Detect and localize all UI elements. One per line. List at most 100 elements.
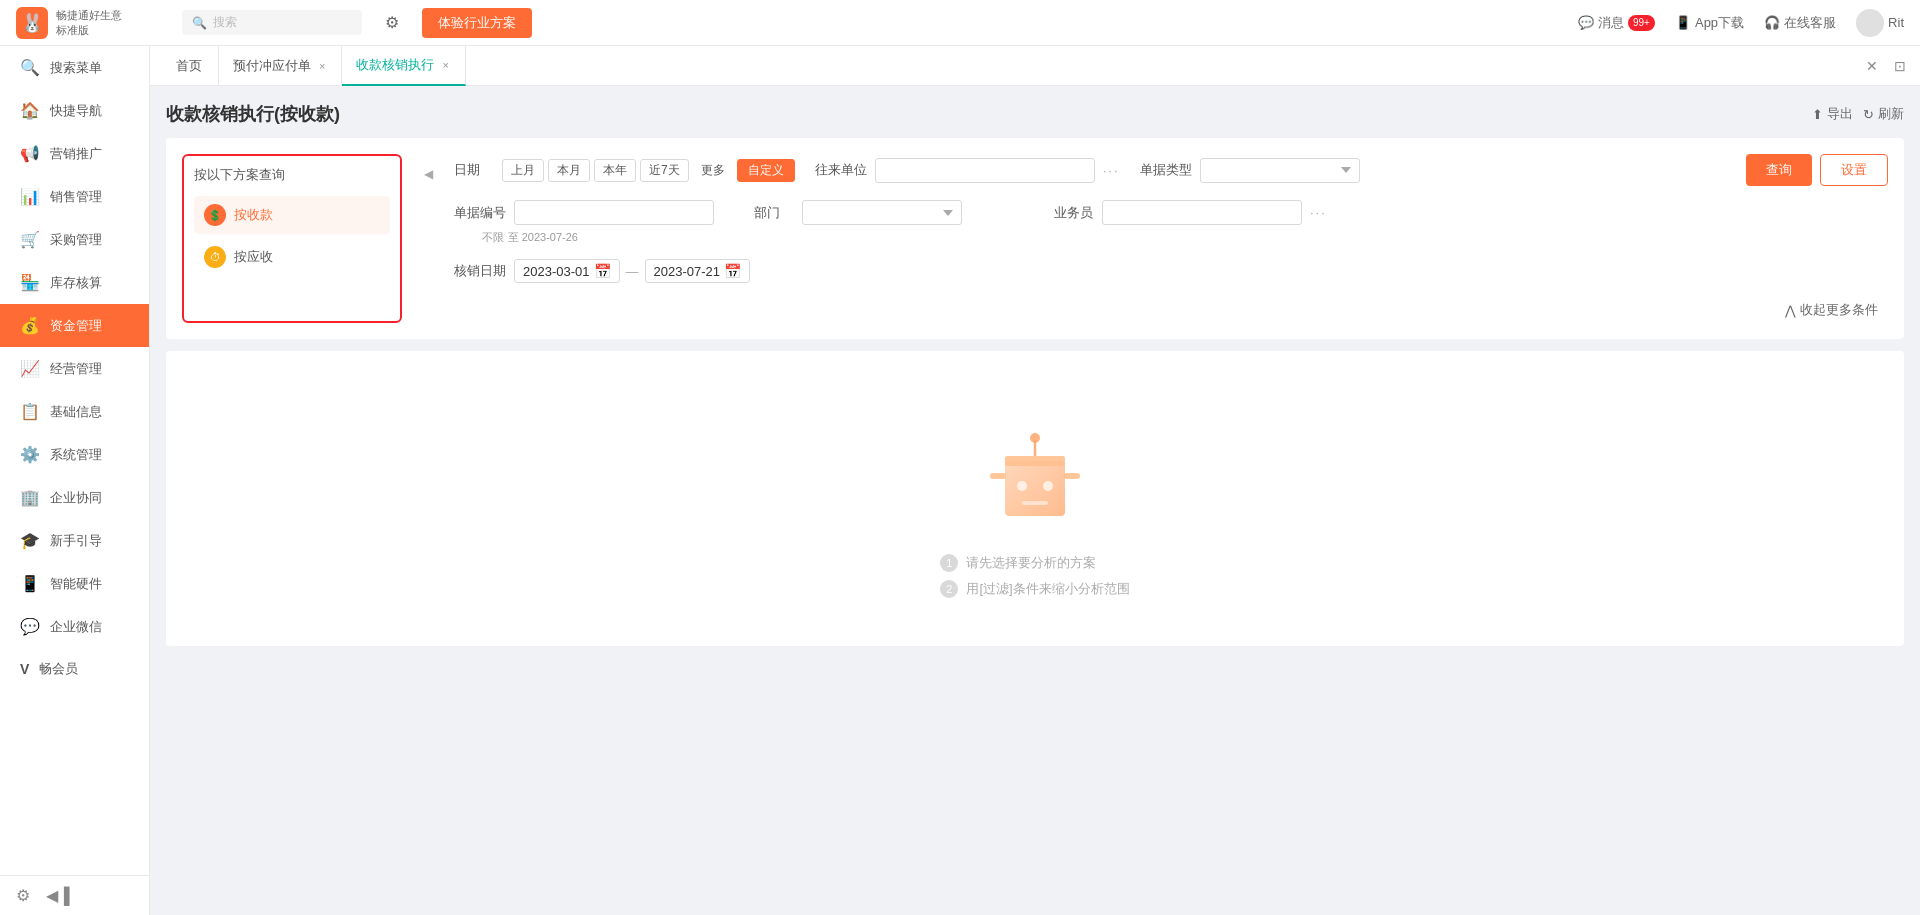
doc-type-select[interactable] (1200, 158, 1360, 183)
filter-verify-date-field: 核销日期 2023-03-01 📅 — 2023-07-21 📅 (454, 259, 750, 283)
sidebar-item-purchase[interactable]: 🛒 采购管理 (0, 218, 149, 261)
salesperson-input[interactable] (1102, 200, 1302, 225)
vip-icon: V (20, 661, 29, 677)
receivable-icon: ⏱ (204, 246, 226, 268)
setting-button[interactable]: 设置 (1820, 154, 1888, 186)
filter-option-by-receivable[interactable]: ⏱ 按应收 (194, 238, 390, 276)
counterparty-label: 往来单位 (815, 161, 867, 179)
filter-panel-title: 按以下方案查询 (194, 166, 390, 184)
headset-icon: 🎧 (1764, 15, 1780, 30)
sidebar-item-marketing[interactable]: 📢 营销推广 (0, 132, 149, 175)
sidebar-item-label: 系统管理 (50, 446, 102, 464)
sidebar-item-label: 采购管理 (50, 231, 102, 249)
empty-state: 1 请先选择要分析的方案 2 用[过滤]条件来缩小分析范围 (166, 351, 1904, 646)
verify-date-start-input[interactable]: 2023-03-01 📅 (514, 259, 620, 283)
tab-verify-label: 收款核销执行 (356, 56, 434, 74)
hardware-icon: 📱 (20, 574, 40, 593)
app-icon: 📱 (1675, 15, 1691, 30)
svg-point-3 (1043, 481, 1053, 491)
collapse-more-row: ⋀ 收起更多条件 (454, 297, 1888, 323)
verify-date-end-input[interactable]: 2023-07-21 📅 (645, 259, 751, 283)
tab-close-icon-2[interactable]: × (440, 57, 450, 73)
verify-date-start-text: 2023-03-01 (523, 264, 590, 279)
tab-prepay[interactable]: 预付冲应付单 × (219, 46, 342, 86)
tab-close-icon[interactable]: × (317, 58, 327, 74)
top-bar: 🐰 畅捷通好生意 标准版 🔍 搜索 ⚙ 体验行业方案 💬 消息 99+ 📱 Ap… (0, 0, 1920, 46)
export-icon: ⬆ (1812, 107, 1823, 122)
counterparty-input[interactable] (875, 158, 1095, 183)
sidebar-item-wechat[interactable]: 💬 企业微信 (0, 605, 149, 648)
maximize-icon[interactable]: ⊡ (1890, 54, 1910, 78)
svg-rect-4 (1022, 501, 1048, 505)
sidebar-item-enterprise[interactable]: 🏢 企业协同 (0, 476, 149, 519)
sidebar-item-label: 库存核算 (50, 274, 102, 292)
counterparty-dots[interactable]: ··· (1103, 163, 1120, 178)
message-badge: 99+ (1628, 15, 1655, 31)
filter-area: 按以下方案查询 💲 按收款 ⏱ 按应收 ◀ (166, 138, 1904, 339)
action-btns: 查询 设置 (1746, 154, 1888, 186)
gear-icon[interactable]: ⚙ (378, 9, 406, 37)
step-num-2: 2 (940, 580, 958, 598)
app-download-label: App下载 (1695, 14, 1744, 32)
doc-number-input[interactable] (514, 200, 714, 225)
basic-info-icon: 📋 (20, 402, 40, 421)
sidebar-item-basic-info[interactable]: 📋 基础信息 (0, 390, 149, 433)
industry-button[interactable]: 体验行业方案 (422, 8, 532, 38)
this-month-btn[interactable]: 本月 (548, 159, 590, 182)
top-bar-right: 💬 消息 99+ 📱 App下载 🎧 在线客服 Rit (1578, 9, 1904, 37)
sales-icon: 📊 (20, 187, 40, 206)
main-layout: 🔍 搜索菜单 🏠 快捷导航 📢 营销推广 📊 销售管理 🛒 采购管理 🏪 库存核… (0, 46, 1920, 915)
last-month-btn[interactable]: 上月 (502, 159, 544, 182)
sidebar-item-guide[interactable]: 🎓 新手引导 (0, 519, 149, 562)
sidebar-item-quick-nav[interactable]: 🏠 快捷导航 (0, 89, 149, 132)
search-menu-icon: 🔍 (20, 58, 40, 77)
refresh-button[interactable]: ↻ 刷新 (1863, 105, 1904, 123)
page-header-actions: ⬆ 导出 ↻ 刷新 (1812, 105, 1904, 123)
close-window-icon[interactable]: ✕ (1862, 54, 1882, 78)
search-box[interactable]: 🔍 搜索 (182, 10, 362, 35)
sidebar-bottom: ⚙ ◀▐ (0, 875, 149, 915)
sidebar-item-sales[interactable]: 📊 销售管理 (0, 175, 149, 218)
tab-verify[interactable]: 收款核销执行 × (342, 46, 465, 86)
date-unlimited-text: 不限 (482, 231, 504, 243)
svg-rect-1 (1005, 456, 1065, 466)
sidebar-item-system[interactable]: ⚙️ 系统管理 (0, 433, 149, 476)
sidebar-item-search-menu[interactable]: 🔍 搜索菜单 (0, 46, 149, 89)
sidebar-item-hardware[interactable]: 📱 智能硬件 (0, 562, 149, 605)
sidebar-item-finance[interactable]: 💰 资金管理 (0, 304, 149, 347)
salesperson-dots[interactable]: ··· (1310, 205, 1327, 220)
tab-home[interactable]: 首页 (160, 46, 219, 86)
custom-btn[interactable]: 自定义 (737, 159, 795, 182)
settings-icon[interactable]: ⚙ (16, 886, 30, 905)
this-year-btn[interactable]: 本年 (594, 159, 636, 182)
filter-row-2: 单据编号 部门 业务员 ··· (454, 200, 1888, 225)
query-button[interactable]: 查询 (1746, 154, 1812, 186)
user-avatar (1856, 9, 1884, 37)
sidebar-item-vip[interactable]: V 畅会员 (0, 648, 149, 690)
app-download-btn[interactable]: 📱 App下载 (1675, 14, 1744, 32)
collapse-sidebar-icon[interactable]: ◀▐ (46, 886, 69, 905)
collapse-more-btn[interactable]: ⋀ 收起更多条件 (1775, 297, 1888, 323)
online-service-btn[interactable]: 🎧 在线客服 (1764, 14, 1836, 32)
home-icon: 🏠 (20, 101, 40, 120)
sidebar-item-label: 畅会员 (39, 660, 78, 678)
logo-text-line1: 畅捷通好生意 (56, 8, 122, 22)
message-btn[interactable]: 💬 消息 99+ (1578, 14, 1655, 32)
logo: 🐰 畅捷通好生意 标准版 (16, 7, 166, 39)
user-menu[interactable]: Rit (1856, 9, 1904, 37)
collapse-panel-btn[interactable]: ◀ (418, 154, 438, 194)
sidebar-item-inventory[interactable]: 🏪 库存核算 (0, 261, 149, 304)
message-icon: 💬 (1578, 15, 1594, 30)
date-sub-line: 不限 至 2023-07-26 (482, 229, 1888, 245)
tab-bar: 首页 预付冲应付单 × 收款核销执行 × ✕ ⊡ (150, 46, 1920, 86)
empty-step-2: 2 用[过滤]条件来缩小分析范围 (940, 580, 1129, 598)
filter-option-by-receipt[interactable]: 💲 按收款 (194, 196, 390, 234)
enterprise-icon: 🏢 (20, 488, 40, 507)
department-select[interactable] (802, 200, 962, 225)
sidebar-item-operation[interactable]: 📈 经营管理 (0, 347, 149, 390)
more-btn[interactable]: 更多 (693, 160, 733, 181)
date-buttons: 上月 本月 本年 近7天 更多 自定义 (502, 159, 795, 182)
export-button[interactable]: ⬆ 导出 (1812, 105, 1853, 123)
7days-btn[interactable]: 近7天 (640, 159, 689, 182)
filter-department-field: 部门 (754, 200, 1034, 225)
